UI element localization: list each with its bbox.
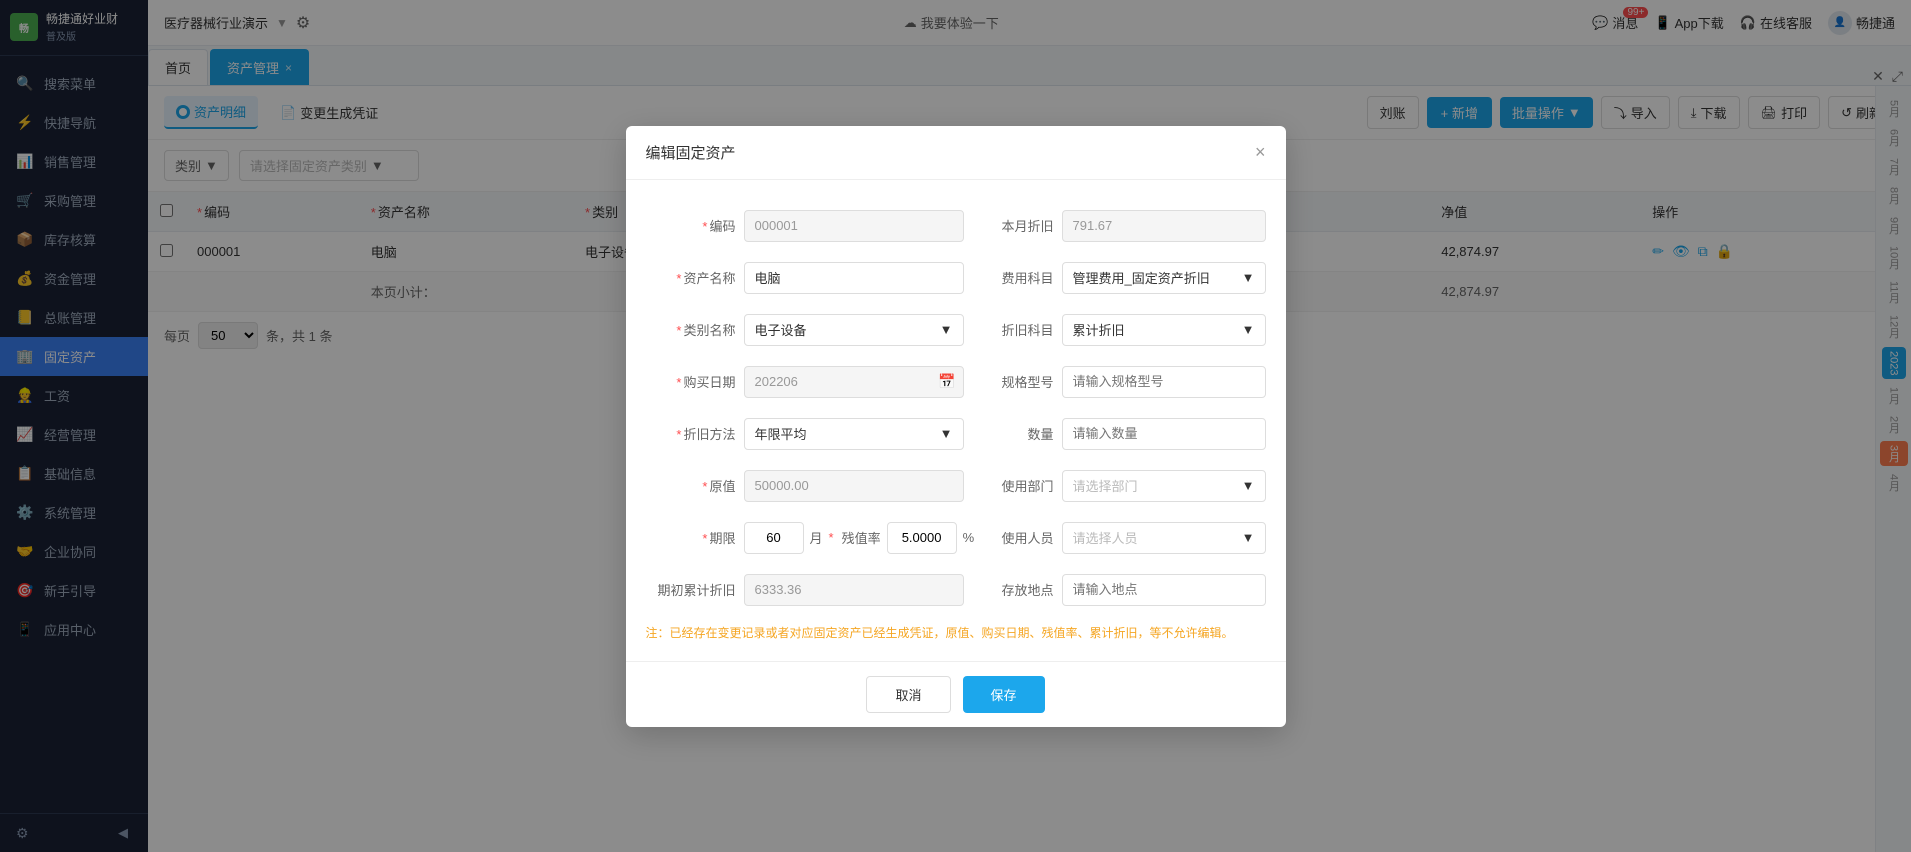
- period-unit: 月: [810, 528, 823, 547]
- name-label: *资产名称: [646, 268, 736, 287]
- dept-label: 使用部门: [964, 476, 1054, 495]
- modal-note: 注：已经存在变更记录或者对应固定资产已经生成凭证，原值、购买日期、残值率、累计折…: [646, 616, 1266, 641]
- original-value-label: *原值: [646, 476, 736, 495]
- init-accum-label: 期初累计折旧: [646, 580, 736, 599]
- form-grid: *编码 *资产名称 *类别名称: [646, 200, 1266, 641]
- purchase-date-input[interactable]: [744, 366, 964, 398]
- form-right: 本月折旧 费用科目 管理费用_固定资产折旧 ▼: [964, 200, 1266, 616]
- depr-subject-select[interactable]: 累计折旧 ▼: [1062, 314, 1266, 346]
- expense-subject-label: 费用科目: [964, 268, 1054, 287]
- code-input[interactable]: [744, 210, 964, 242]
- form-row-monthly-depr: 本月折旧: [964, 200, 1266, 252]
- dept-dropdown-icon: ▼: [1242, 478, 1255, 493]
- purchase-date-label: *购买日期: [646, 372, 736, 391]
- depr-subject-label: 折旧科目: [964, 320, 1054, 339]
- modal-overlay: 编辑固定资产 × *编码 *资产名称: [0, 0, 1911, 852]
- modal-header: 编辑固定资产 ×: [626, 126, 1286, 180]
- modal-footer: 取消 保存: [626, 661, 1286, 727]
- form-row-quantity: 数量: [964, 408, 1266, 460]
- period-input[interactable]: [744, 522, 804, 554]
- spec-model-label: 规格型号: [964, 372, 1054, 391]
- original-value-input[interactable]: [744, 470, 964, 502]
- save-btn[interactable]: 保存: [963, 676, 1045, 713]
- expense-dropdown-icon: ▼: [1242, 270, 1255, 285]
- form-row-expense-subject: 费用科目 管理费用_固定资产折旧 ▼: [964, 252, 1266, 304]
- expense-subject-value: 管理费用_固定资产折旧: [1073, 268, 1210, 287]
- modal-body: *编码 *资产名称 *类别名称: [626, 180, 1286, 661]
- depr-subject-value: 累计折旧: [1073, 320, 1125, 339]
- name-input[interactable]: [744, 262, 964, 294]
- calendar-icon[interactable]: 📅: [938, 373, 955, 390]
- init-accum-input[interactable]: [744, 574, 964, 606]
- dept-select[interactable]: 请选择部门 ▼: [1062, 470, 1266, 502]
- monthly-depr-label: 本月折旧: [964, 216, 1054, 235]
- form-left: *编码 *资产名称 *类别名称: [646, 200, 964, 616]
- form-row-purchase-date: *购买日期 📅: [646, 356, 964, 408]
- form-row-init-accum: 期初累计折旧: [646, 564, 964, 616]
- modal-title: 编辑固定资产: [646, 142, 736, 163]
- code-label: *编码: [646, 216, 736, 235]
- location-input[interactable]: [1062, 574, 1266, 606]
- form-row-name: *资产名称: [646, 252, 964, 304]
- residual-rate-input[interactable]: [887, 522, 957, 554]
- depr-method-dropdown-icon: ▼: [940, 426, 953, 441]
- modal-close-icon[interactable]: ×: [1255, 142, 1266, 163]
- spec-model-input[interactable]: [1062, 366, 1266, 398]
- user-placeholder: 请选择人员: [1073, 528, 1138, 547]
- monthly-depr-input: [1062, 210, 1266, 242]
- form-row-location: 存放地点: [964, 564, 1266, 616]
- expense-subject-select[interactable]: 管理费用_固定资产折旧 ▼: [1062, 262, 1266, 294]
- user-dropdown-icon: ▼: [1242, 530, 1255, 545]
- quantity-label: 数量: [964, 424, 1054, 443]
- form-row-depr-subject: 折旧科目 累计折旧 ▼: [964, 304, 1266, 356]
- depr-subject-dropdown-icon: ▼: [1242, 322, 1255, 337]
- user-select[interactable]: 请选择人员 ▼: [1062, 522, 1266, 554]
- type-select-value: 电子设备: [755, 320, 807, 339]
- form-row-type: *类别名称 电子设备 ▼: [646, 304, 964, 356]
- residual-rate-label: 残值率: [842, 528, 881, 547]
- form-row-user: 使用人员 请选择人员 ▼: [964, 512, 1266, 564]
- depr-method-label: *折旧方法: [646, 424, 736, 443]
- period-group: 月 * 残值率 %: [744, 522, 964, 554]
- location-label: 存放地点: [964, 580, 1054, 599]
- form-row-original-value: *原值: [646, 460, 964, 512]
- form-row-depr-method: *折旧方法 年限平均 ▼: [646, 408, 964, 460]
- type-dropdown-icon: ▼: [940, 322, 953, 337]
- form-row-spec-model: 规格型号: [964, 356, 1266, 408]
- period-label: *期限: [646, 528, 736, 547]
- form-row-code: *编码: [646, 200, 964, 252]
- depr-method-select[interactable]: 年限平均 ▼: [744, 418, 964, 450]
- cancel-btn[interactable]: 取消: [866, 676, 950, 713]
- form-row-period: *期限 月 * 残值率 %: [646, 512, 964, 564]
- type-label: *类别名称: [646, 320, 736, 339]
- form-row-dept: 使用部门 请选择部门 ▼: [964, 460, 1266, 512]
- depr-method-value: 年限平均: [755, 424, 807, 443]
- user-label: 使用人员: [964, 528, 1054, 547]
- type-select[interactable]: 电子设备 ▼: [744, 314, 964, 346]
- purchase-date-wrapper: 📅: [744, 366, 964, 398]
- quantity-input[interactable]: [1062, 418, 1266, 450]
- edit-asset-modal: 编辑固定资产 × *编码 *资产名称: [626, 126, 1286, 727]
- dept-placeholder: 请选择部门: [1073, 476, 1138, 495]
